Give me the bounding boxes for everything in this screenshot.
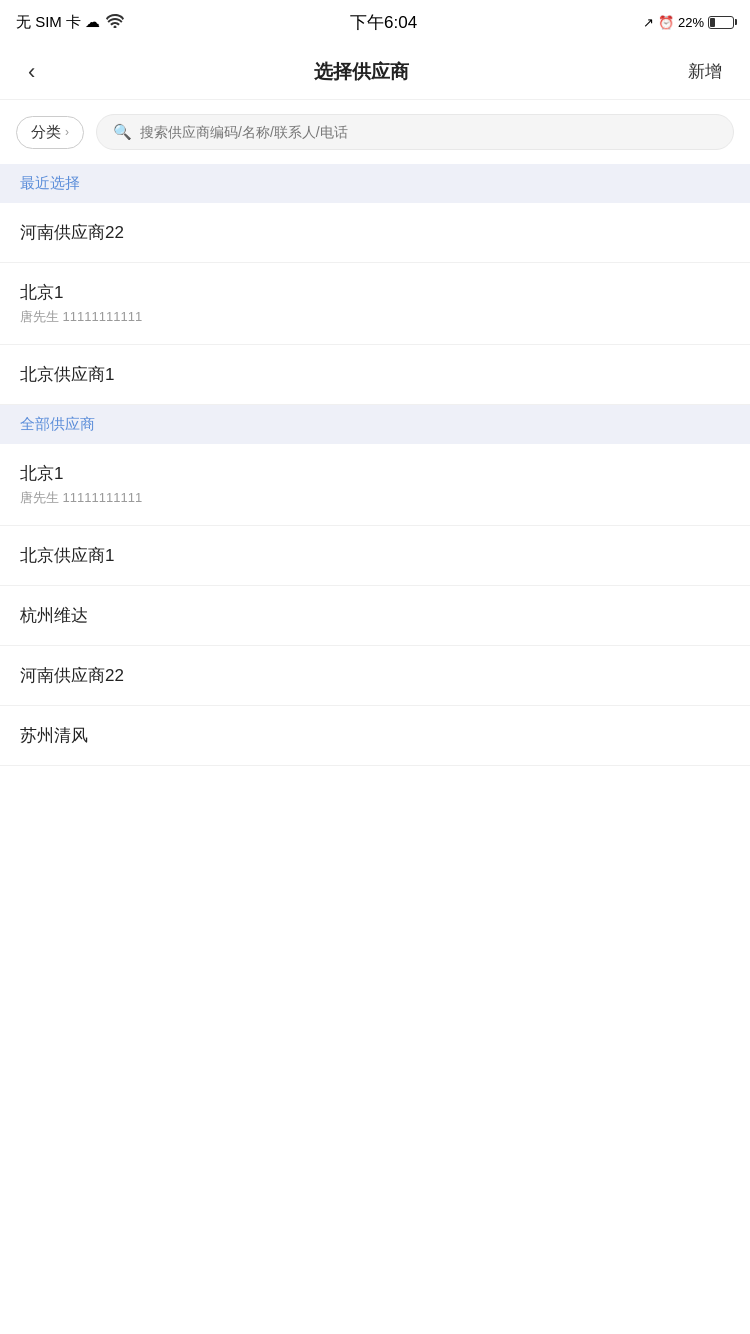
search-box: 🔍 (96, 114, 734, 150)
wifi-icon (106, 14, 124, 31)
status-bar: 无 SIM 卡 ☁ 下午6:04 ↗ ⏰ 22% (0, 0, 750, 44)
add-button[interactable]: 新增 (680, 52, 730, 91)
search-area: 分类 › 🔍 (0, 100, 750, 164)
category-filter-button[interactable]: 分类 › (16, 116, 84, 149)
list-item[interactable]: 杭州维达 (0, 586, 750, 646)
all-section-label: 全部供应商 (20, 415, 95, 432)
item-sub: 唐先生 11111111111 (20, 308, 730, 326)
status-right: ↗ ⏰ 22% (643, 15, 734, 30)
status-left: 无 SIM 卡 ☁ (16, 13, 124, 32)
item-name: 河南供应商22 (20, 664, 730, 687)
recent-section-label: 最近选择 (20, 174, 80, 191)
item-name: 苏州清风 (20, 724, 730, 747)
item-name: 北京供应商1 (20, 363, 730, 386)
search-input[interactable] (140, 124, 717, 140)
no-sim-label: 无 SIM 卡 ☁ (16, 13, 100, 32)
item-name: 北京1 (20, 281, 730, 304)
status-time: 下午6:04 (350, 11, 417, 34)
recent-section-header: 最近选择 (0, 164, 750, 203)
list-item[interactable]: 河南供应商22 (0, 646, 750, 706)
alarm-icon: ⏰ (658, 15, 674, 30)
all-section-header: 全部供应商 (0, 405, 750, 444)
list-item[interactable]: 北京供应商1 (0, 345, 750, 405)
item-name: 北京供应商1 (20, 544, 730, 567)
item-name: 杭州维达 (20, 604, 730, 627)
search-icon: 🔍 (113, 123, 132, 141)
chevron-right-icon: › (65, 125, 69, 139)
all-items-list: 北京1 唐先生 11111111111 北京供应商1 杭州维达河南供应商22 苏州清风 (0, 444, 750, 766)
list-item[interactable]: 北京1 唐先生 11111111111 (0, 263, 750, 345)
category-label: 分类 (31, 123, 61, 142)
recent-items-list: 河南供应商22 北京1 唐先生 11111111111 北京供应商1 (0, 203, 750, 405)
item-name: 河南供应商22 (20, 221, 730, 244)
item-sub: 唐先生 11111111111 (20, 489, 730, 507)
back-button[interactable]: ‹ (20, 51, 43, 93)
list-item[interactable]: 河南供应商22 (0, 203, 750, 263)
battery-icon (708, 16, 734, 29)
battery-percent: 22% (678, 15, 704, 30)
nav-bar: ‹ 选择供应商 新增 (0, 44, 750, 100)
location-icon: ↗ (643, 15, 654, 30)
item-name: 北京1 (20, 462, 730, 485)
list-item[interactable]: 苏州清风 (0, 706, 750, 766)
list-item[interactable]: 北京供应商1 (0, 526, 750, 586)
page-title: 选择供应商 (314, 59, 409, 85)
list-item[interactable]: 北京1 唐先生 11111111111 (0, 444, 750, 526)
